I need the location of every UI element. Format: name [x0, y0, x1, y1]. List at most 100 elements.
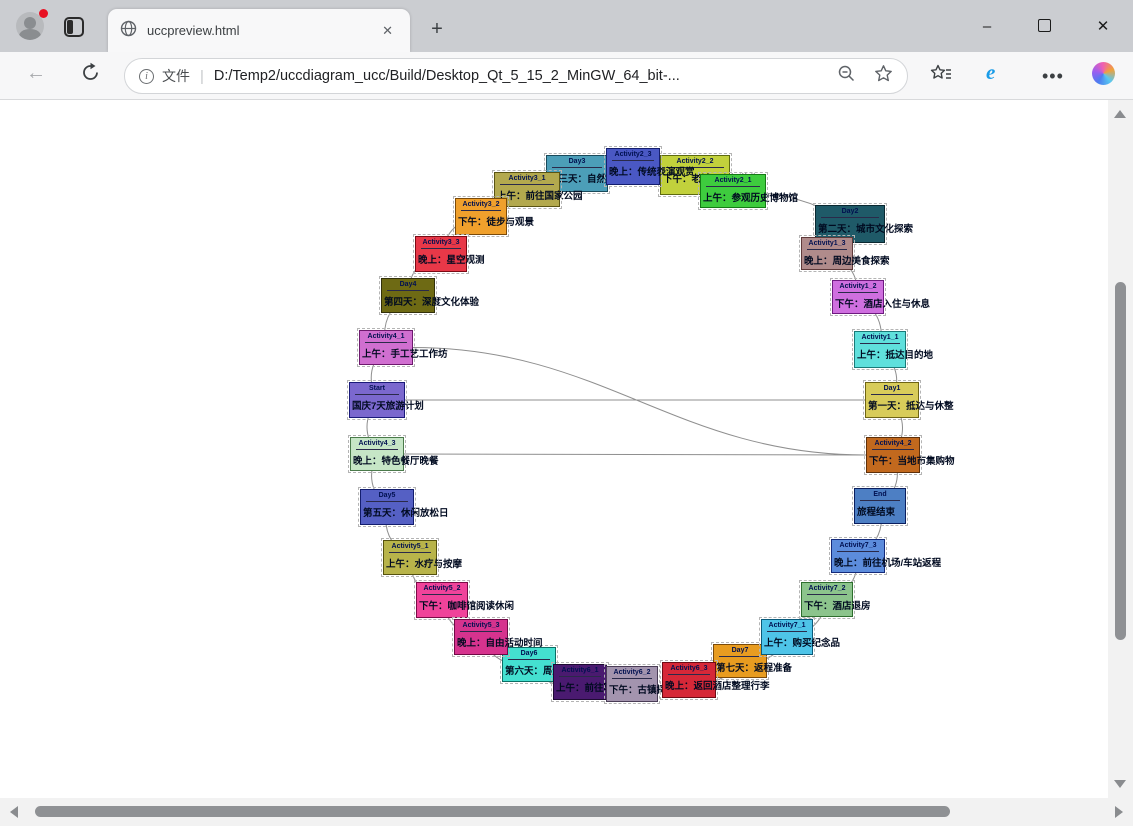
node-text: 晚上：周边美食探索 [804, 256, 890, 267]
refresh-button[interactable] [80, 62, 101, 88]
node-title: Activity3_3 [422, 239, 460, 246]
ie-mode-icon[interactable]: e [986, 60, 995, 85]
back-button[interactable]: ← [26, 62, 46, 85]
diagram-node-Activity7_3: Activity7_3 晚上：前往机场/车站返程 [829, 537, 942, 575]
address-bar[interactable]: i 文件 | D:/Temp2/uccdiagram_ucc/Build/Des… [124, 58, 908, 94]
horizontal-scrollbar[interactable] [0, 798, 1133, 826]
diagram-node-Day1: Day1 第一天：抵达与休整 [863, 380, 954, 420]
scroll-up-arrow-icon[interactable] [1114, 110, 1126, 118]
node-title: Activity4_1 [367, 333, 405, 340]
workspaces-icon[interactable] [62, 15, 86, 39]
diagram-node-Activity6_2: Activity6_2 下午：古镇探索与美食 [604, 664, 705, 704]
node-title: Day5 [378, 492, 396, 499]
node-text: 第六天：周边城镇游 [505, 666, 591, 677]
diagram-node-Activity7_2: Activity7_2 下午：酒店退房 [799, 580, 871, 619]
node-title: Activity3_1 [508, 175, 546, 182]
tab-title: uccpreview.html [147, 23, 240, 38]
node-title: End [873, 491, 887, 498]
node-title: Activity5_2 [423, 585, 461, 592]
node-title: Activity5_3 [462, 622, 500, 629]
globe-favicon-icon [120, 20, 137, 42]
favorites-hub-icon[interactable] [930, 63, 952, 90]
zoom-out-icon[interactable] [837, 64, 856, 88]
node-text: 晚上：返回酒店整理行李 [665, 681, 770, 692]
page-content: Start 国庆7天旅游计划 End 旅程结束 Day1 第一天：抵达与休整 Day2 第二天… [8, 100, 1108, 798]
vertical-scroll-thumb[interactable] [1115, 282, 1126, 640]
node-title: Day6 [520, 650, 538, 657]
node-text: 旅程结束 [857, 507, 896, 518]
node-title: Activity7_1 [768, 622, 806, 629]
node-text: 上午：手工艺工作坊 [362, 349, 448, 360]
node-text: 晚上：前往机场/车站返程 [834, 558, 942, 569]
node-text: 下午：酒店入住与休息 [835, 299, 931, 310]
new-tab-button[interactable]: + [424, 17, 450, 43]
diagram-node-End: End 旅程结束 [852, 486, 908, 526]
node-title: Activity1_1 [861, 334, 899, 341]
node-title: Activity3_2 [462, 201, 500, 208]
node-text: 第四天：深度文化体验 [384, 297, 480, 308]
node-text: 下午：咖啡馆阅读休闲 [419, 601, 515, 612]
horizontal-scroll-thumb[interactable] [35, 806, 950, 817]
node-text: 第二天：城市文化探索 [818, 224, 914, 235]
diagram-node-Day6: Day6 第六天：周边城镇游 [500, 645, 591, 684]
node-text: 晚上：传统表演观赏 [609, 167, 695, 178]
diagram-node-Day4: Day4 第四天：深度文化体验 [379, 276, 480, 315]
node-title: Day4 [399, 281, 417, 288]
diagram-node-Activity4_1: Activity4_1 上午：手工艺工作坊 [357, 328, 448, 367]
diagram-node-Activity6_3: Activity6_3 晚上：返回酒店整理行李 [660, 660, 770, 700]
node-title: Activity4_3 [358, 440, 396, 447]
scroll-right-arrow-icon[interactable] [1115, 806, 1123, 818]
node-title: Start [369, 385, 385, 392]
window-maximize-button[interactable] [1038, 19, 1051, 32]
node-text: 下午：酒店退房 [804, 601, 871, 612]
node-text: 晚上：自由活动时间 [457, 638, 543, 649]
settings-more-icon[interactable]: ••• [1042, 66, 1064, 87]
node-text: 晚上：星空观测 [418, 255, 485, 266]
browser-tab[interactable]: uccpreview.html ✕ [108, 9, 410, 52]
diagram-node-Activity1_3: Activity1_3 晚上：周边美食探索 [799, 235, 890, 272]
window-minimize-button[interactable]: – [972, 14, 1002, 40]
url-text[interactable]: D:/Temp2/uccdiagram_ucc/Build/Desktop_Qt… [214, 68, 825, 84]
window-close-button[interactable]: ✕ [1088, 14, 1118, 40]
diagram-node-Activity4_3: Activity4_3 晚上：特色餐厅晚餐 [348, 435, 439, 473]
node-title: Activity6_2 [613, 669, 651, 676]
node-text: 第一天：抵达与休整 [868, 401, 954, 412]
node-title: Activity4_2 [874, 440, 912, 447]
node-text: 上午：抵达目的地 [857, 350, 934, 361]
notification-dot [39, 9, 48, 18]
node-text: 下午：当地市集购物 [869, 456, 955, 467]
node-text: 上午：参观历史博物馆 [703, 193, 799, 204]
diagram-node-Activity5_2: Activity5_2 下午：咖啡馆阅读休闲 [414, 580, 515, 620]
diagram-node-Activity1_2: Activity1_2 下午：酒店入住与休息 [830, 278, 931, 316]
copilot-icon[interactable] [1092, 62, 1115, 85]
node-text: 晚上：特色餐厅晚餐 [353, 456, 439, 467]
favorite-star-icon[interactable] [874, 64, 893, 88]
node-title: Activity7_2 [808, 585, 846, 592]
node-text: 第五天：休闲放松日 [363, 508, 449, 519]
node-title: Activity2_2 [676, 158, 714, 165]
node-title: Activity1_3 [808, 240, 846, 247]
node-title: Activity6_1 [561, 667, 599, 674]
page-info-icon[interactable]: i [139, 68, 154, 84]
address-separator: | [200, 67, 204, 85]
node-title: Day7 [731, 647, 749, 654]
node-title: Activity1_2 [839, 283, 877, 290]
diagram-node-Day7: Day7 第七天：返程准备 [711, 642, 792, 680]
diagram-node-Activity5_3: Activity5_3 晚上：自由活动时间 [452, 617, 543, 657]
tab-close-icon[interactable]: ✕ [377, 21, 398, 41]
diagram-layer: Start 国庆7天旅游计划 End 旅程结束 Day1 第一天：抵达与休整 Day2 第二天… [8, 100, 1108, 798]
node-text: 下午：徒步与观景 [458, 217, 535, 228]
node-title: Activity2_1 [714, 177, 752, 184]
node-text: 国庆7天旅游计划 [352, 401, 424, 412]
scroll-down-arrow-icon[interactable] [1114, 780, 1126, 788]
node-title: Activity5_1 [391, 543, 429, 550]
diagram-node-Activity7_1: Activity7_1 上午：购买纪念品 [759, 617, 840, 657]
diagram-node-Activity1_1: Activity1_1 上午：抵达目的地 [852, 329, 934, 370]
node-title: Activity7_3 [839, 542, 877, 549]
scroll-left-arrow-icon[interactable] [10, 806, 18, 818]
profile-button[interactable] [16, 9, 48, 42]
node-text: 下午：古镇探索与美食 [609, 685, 705, 696]
diagram-node-Activity6_1: Activity6_1 上午：前往附近古镇 [551, 662, 642, 702]
vertical-scrollbar[interactable] [1108, 100, 1133, 798]
diagram-node-Activity3_3: Activity3_3 晚上：星空观测 [413, 234, 485, 274]
